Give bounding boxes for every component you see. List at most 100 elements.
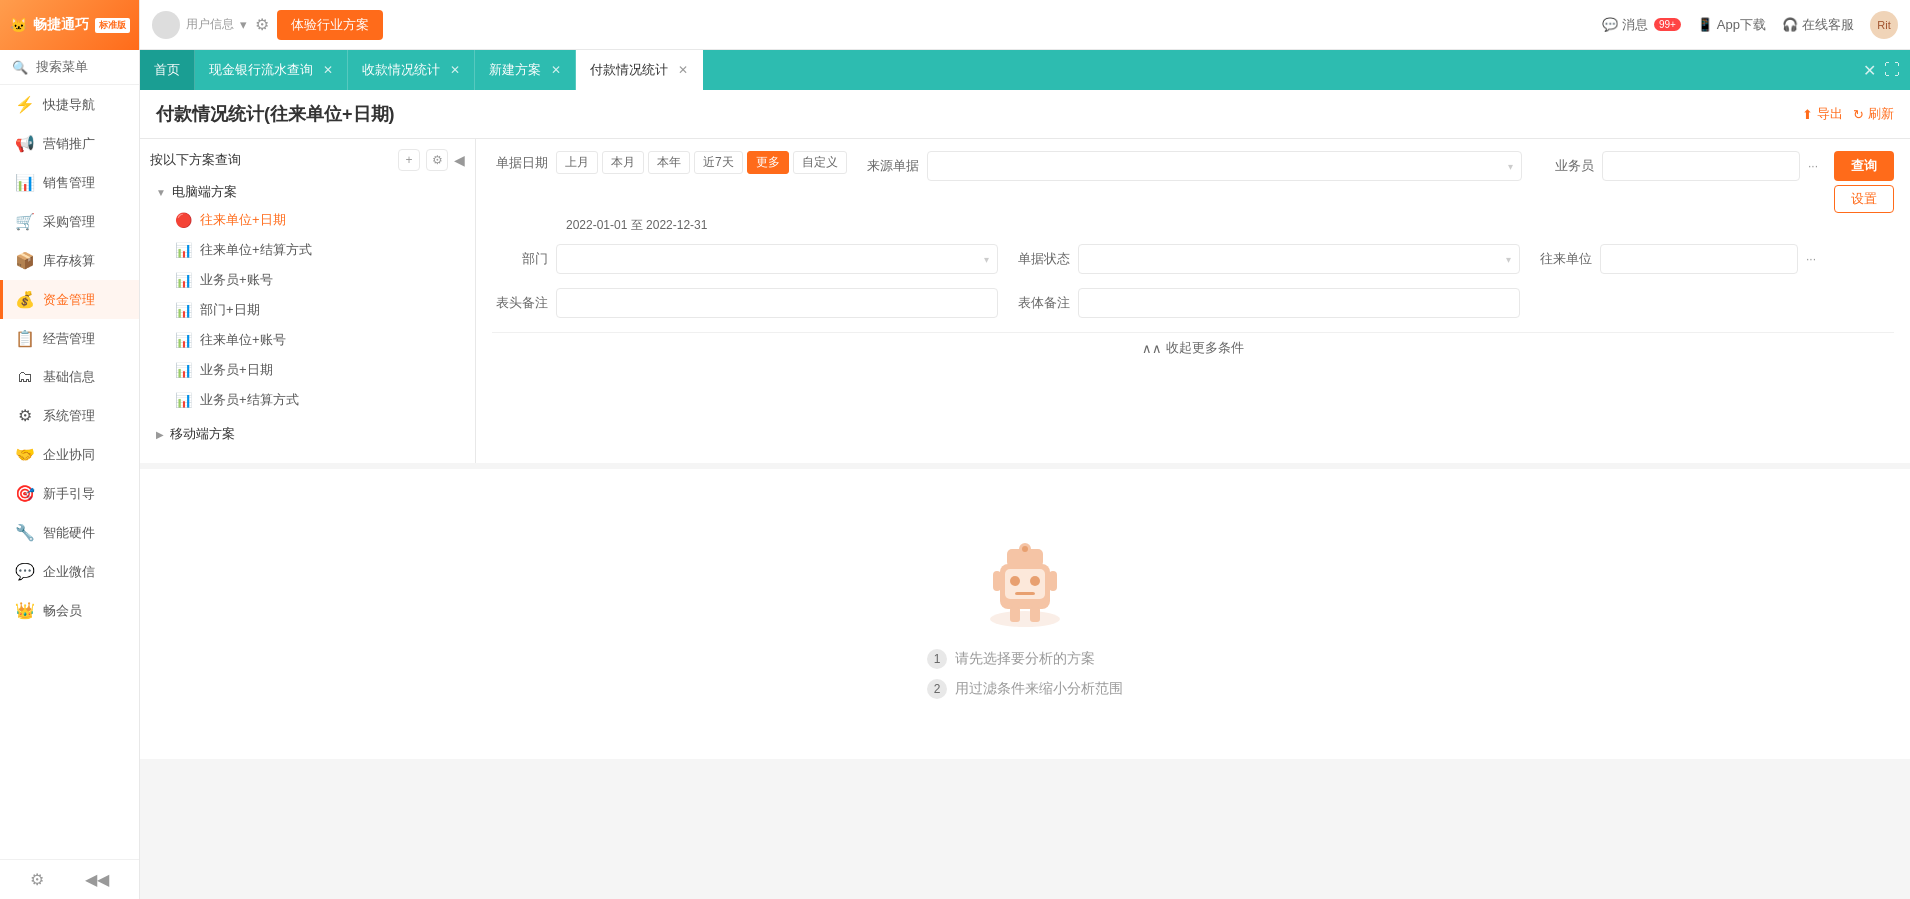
partner-select[interactable] [1600,244,1798,274]
empty-tip-1: 1 请先选择要分析的方案 [927,649,1123,669]
last-month-btn[interactable]: 上月 [556,151,598,174]
sidebar-item-finance[interactable]: 💰 资金管理 [0,280,139,319]
refresh-button[interactable]: ↻ 刷新 [1853,105,1894,123]
tab-home[interactable]: 首页 [140,50,195,90]
scheme-label-unit-settle: 往来单位+结算方式 [200,241,312,259]
scheme-item-staff-date[interactable]: 📊 业务员+日期 [150,355,465,385]
bill-status-label: 单据状态 [1014,250,1070,268]
sidebar-item-quick-nav[interactable]: ⚡ 快捷导航 [0,85,139,124]
scheme-item-dept-date[interactable]: 📊 部门+日期 [150,295,465,325]
filter-row-1: 单据日期 上月 本月 本年 近7天 更多 自定义 来源单据 [492,151,1894,213]
svg-rect-8 [1010,607,1020,622]
partner-field: 往来单位 ··· [1536,244,1816,274]
filter-row-3: 表头备注 表体备注 [492,288,1894,318]
mobile-group-label: 移动端方案 [170,425,235,443]
export-button[interactable]: ⬆ 导出 [1802,105,1843,123]
sidebar-item-guide[interactable]: 🎯 新手引导 [0,474,139,513]
scheme-item-unit-date[interactable]: 🔴 往来单位+日期 [150,205,465,235]
scheme-icon-unit-date: 🔴 [174,212,192,228]
tab-bank-flow[interactable]: 现金银行流水查询✕ [195,50,348,90]
sidebar-footer: ⚙ ◀◀ [0,859,139,899]
header-note-input[interactable] [556,288,998,318]
this-year-btn[interactable]: 本年 [648,151,690,174]
dept-select[interactable]: ▾ [556,244,998,274]
collapse-scheme-btn[interactable]: ◀ [454,152,465,168]
last-7days-btn[interactable]: 近7天 [694,151,743,174]
footer-collapse-icon[interactable]: ◀◀ [85,870,109,889]
nav-icon-guide: 🎯 [15,484,35,503]
custom-date-btn[interactable]: 自定义 [793,151,847,174]
app-download-btn[interactable]: 📱 App下载 [1697,16,1766,34]
footer-settings-icon[interactable]: ⚙ [30,870,44,889]
filter-area: 按以下方案查询 + ⚙ ◀ ▼ 电脑端方案 [140,139,1910,463]
user-dropdown-arrow[interactable]: ▾ [240,17,247,32]
staff-select[interactable] [1602,151,1800,181]
scheme-icon-unit-account: 📊 [174,332,192,348]
svg-point-4 [1030,576,1040,586]
scheme-item-staff-account[interactable]: 📊 业务员+账号 [150,265,465,295]
add-scheme-btn[interactable]: + [398,149,420,171]
close-all-tabs-icon[interactable]: ✕ [1863,61,1876,80]
source-bill-select[interactable]: ▾ [927,151,1522,181]
staff-more-btn[interactable]: ··· [1808,159,1818,173]
tab-new-scheme[interactable]: 新建方案 ✕ [475,50,576,90]
scheme-item-unit-settle[interactable]: 📊 往来单位+结算方式 [150,235,465,265]
settings-icon: ⚙ [432,153,443,167]
sidebar-item-member[interactable]: 👑 畅会员 [0,591,139,630]
nav-label-finance: 资金管理 [43,291,95,309]
scheme-icon-dept-date: 📊 [174,302,192,318]
nav-label-basic: 基础信息 [43,368,95,386]
body-note-field: 表体备注 [1014,288,1520,318]
user-avatar-small[interactable]: Rit [1870,11,1898,39]
dept-arrow-icon: ▾ [984,254,989,265]
sidebar-nav: ⚡ 快捷导航 📢 营销推广 📊 销售管理 🛒 采购管理 📦 库存核算 💰 资金管… [0,85,139,630]
sidebar-item-purchase[interactable]: 🛒 采购管理 [0,202,139,241]
tab-items: 首页现金银行流水查询✕收款情况统计✕新建方案✕付款情况统计✕ [140,50,703,90]
header-right-actions: 💬 消息 99+ 📱 App下载 🎧 在线客服 Rit [1602,11,1898,39]
pc-scheme-group-header[interactable]: ▼ 电脑端方案 [150,179,465,205]
refresh-label: 刷新 [1868,105,1894,123]
bill-status-select[interactable]: ▾ [1078,244,1520,274]
body-note-input[interactable] [1078,288,1520,318]
tab-payment-stats[interactable]: 收款情况统计✕ [348,50,475,90]
settings-scheme-btn[interactable]: ⚙ [426,149,448,171]
sidebar-item-basic[interactable]: 🗂 基础信息 [0,358,139,396]
partner-more-btn[interactable]: ··· [1806,252,1816,266]
query-button[interactable]: 查询 [1834,151,1894,181]
add-icon: + [405,153,412,167]
trial-button[interactable]: 体验行业方案 [277,10,383,40]
collapse-more-btn[interactable]: ∧∧ 收起更多条件 [492,332,1894,363]
tab-label-new-scheme: 新建方案 [489,61,541,79]
staff-label: 业务员 [1538,157,1594,175]
tab-close-payment-detail[interactable]: ✕ [678,63,688,77]
scheme-item-unit-account[interactable]: 📊 往来单位+账号 [150,325,465,355]
nav-icon-wechat: 💬 [15,562,35,581]
export-icon: ⬆ [1802,107,1813,122]
sidebar-item-operation[interactable]: 📋 经营管理 [0,319,139,358]
search-menu[interactable]: 🔍 搜索菜单 [0,50,139,85]
this-month-btn[interactable]: 本月 [602,151,644,174]
scheme-list: 🔴 往来单位+日期 📊 往来单位+结算方式 📊 业务员+账号 📊 部门+日期 📊… [150,205,465,415]
gear-icon[interactable]: ⚙ [255,15,269,34]
tab-payment-detail[interactable]: 付款情况统计✕ [576,50,703,90]
settings-button[interactable]: 设置 [1834,185,1894,213]
sidebar-item-sales[interactable]: 📊 销售管理 [0,163,139,202]
online-service-btn[interactable]: 🎧 在线客服 [1782,16,1854,34]
sidebar-item-marketing[interactable]: 📢 营销推广 [0,124,139,163]
message-btn[interactable]: 💬 消息 99+ [1602,16,1681,34]
sidebar-item-hardware[interactable]: 🔧 智能硬件 [0,513,139,552]
tab-close-payment-stats[interactable]: ✕ [450,63,460,77]
tab-close-new-scheme[interactable]: ✕ [551,63,561,77]
nav-label-sales: 销售管理 [43,174,95,192]
more-dates-btn[interactable]: 更多 [747,151,789,174]
sidebar-item-wechat[interactable]: 💬 企业微信 [0,552,139,591]
mobile-scheme-group-header[interactable]: ▶ 移动端方案 [150,421,465,447]
tab-bar: 首页现金银行流水查询✕收款情况统计✕新建方案✕付款情况统计✕ ✕ ⛶ [140,50,1910,90]
tab-close-bank-flow[interactable]: ✕ [323,63,333,77]
scheme-item-staff-settle[interactable]: 📊 业务员+结算方式 [150,385,465,415]
sidebar-item-inventory[interactable]: 📦 库存核算 [0,241,139,280]
maximize-icon[interactable]: ⛶ [1884,61,1900,79]
sidebar-item-system[interactable]: ⚙ 系统管理 [0,396,139,435]
sidebar: 🐱 畅捷通巧 标准版 🔍 搜索菜单 ⚡ 快捷导航 📢 营销推广 📊 销售管理 🛒… [0,0,140,899]
sidebar-item-enterprise[interactable]: 🤝 企业协同 [0,435,139,474]
